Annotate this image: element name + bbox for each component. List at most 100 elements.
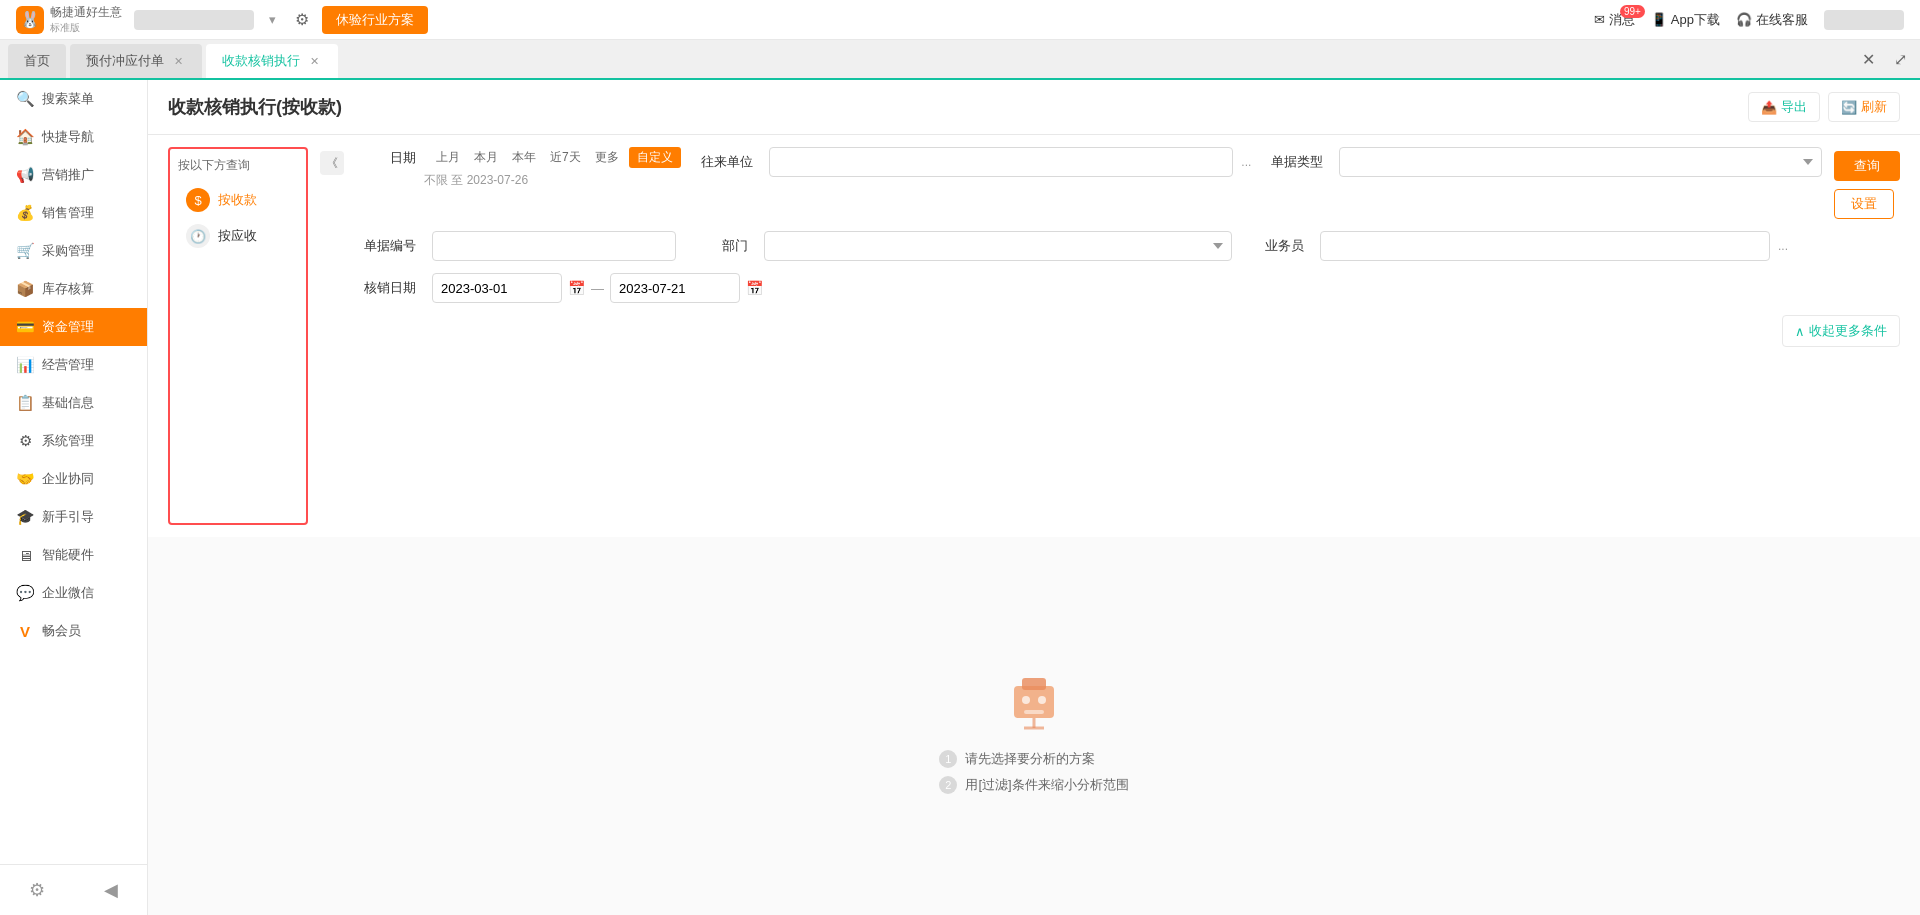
app-download-button[interactable]: 📱 App下载 bbox=[1651, 11, 1720, 29]
query-by-receivable[interactable]: 🕐 按应收 bbox=[178, 218, 298, 254]
docnum-input[interactable] bbox=[432, 231, 676, 261]
vip-label: 畅会员 bbox=[42, 622, 81, 640]
counterpart-input-wrap: ... bbox=[769, 147, 1252, 177]
by-receivable-label: 按应收 bbox=[218, 227, 257, 245]
filter-row-docnum: 单据编号 bbox=[356, 231, 676, 261]
date-shortcuts: 上月 本月 本年 近7天 更多 自定义 bbox=[432, 147, 681, 168]
content-area: 收款核销执行(按收款) 📤 导出 🔄 刷新 bbox=[148, 80, 1920, 915]
sidebar-item-search-menu[interactable]: 🔍 搜索菜单 bbox=[0, 80, 147, 118]
verify-date-end-cal-icon[interactable]: 📅 bbox=[746, 280, 763, 296]
date-shortcut-custom[interactable]: 自定义 bbox=[629, 147, 681, 168]
sidebar-item-quick-nav[interactable]: 🏠 快捷导航 bbox=[0, 118, 147, 156]
counterpart-input[interactable] bbox=[769, 147, 1234, 177]
user-avatar[interactable] bbox=[1824, 10, 1904, 30]
top-header: 🐰 畅捷通好生意 标准版 ▾ ⚙ 休验行业方案 ✉ 消息 99+ 📱 App下载… bbox=[0, 0, 1920, 40]
gear-icon[interactable]: ⚙ bbox=[290, 8, 314, 32]
tab-close-all-icon[interactable]: ✕ bbox=[1856, 47, 1880, 71]
sidebar-item-enterprise-wechat[interactable]: 💬 企业微信 bbox=[0, 574, 147, 612]
tip-num-1: 1 bbox=[939, 750, 957, 768]
doctype-select[interactable] bbox=[1339, 147, 1822, 177]
system-mgmt-label: 系统管理 bbox=[42, 432, 94, 450]
sidebar-item-smart-hardware[interactable]: 🖥 智能硬件 bbox=[0, 536, 147, 574]
empty-state-icon bbox=[994, 658, 1074, 738]
staff-more-icon[interactable]: ... bbox=[1778, 239, 1788, 253]
docnum-input-wrap bbox=[432, 231, 676, 261]
message-button[interactable]: ✉ 消息 99+ bbox=[1594, 11, 1635, 29]
capital-mgmt-icon: 💳 bbox=[16, 318, 34, 336]
dept-select[interactable] bbox=[764, 231, 1232, 261]
dept-label: 部门 bbox=[688, 237, 748, 255]
tab-home[interactable]: 首页 bbox=[8, 44, 66, 78]
message-icon: ✉ bbox=[1594, 12, 1605, 27]
logo-area: 🐰 畅捷通好生意 标准版 bbox=[16, 4, 122, 35]
verify-date-start-input[interactable]: 2023-03-01 bbox=[432, 273, 562, 303]
sidebar-item-capital-mgmt[interactable]: 💳 资金管理 bbox=[0, 308, 147, 346]
purchase-mgmt-icon: 🛒 bbox=[16, 242, 34, 260]
filter-right: 日期 上月 本月 本年 近7天 更多 自定义 bbox=[356, 147, 1900, 525]
sidebar-item-sales-mgmt[interactable]: 💰 销售管理 bbox=[0, 194, 147, 232]
doctype-select-wrap bbox=[1339, 147, 1822, 177]
verify-date-input-wrap: 2023-03-01 📅 — 2023-07-21 📅 bbox=[432, 273, 763, 303]
refresh-button[interactable]: 🔄 刷新 bbox=[1828, 92, 1900, 122]
tab-bar-right: ✕ ⤢ bbox=[1856, 47, 1912, 71]
collapse-more-button[interactable]: ∧ 收起更多条件 bbox=[1782, 315, 1900, 347]
staff-input[interactable] bbox=[1320, 231, 1770, 261]
empty-tips: 1 请先选择要分析的方案 2 用[过滤]条件来缩小分析范围 bbox=[939, 750, 1128, 794]
collapse-panel-button[interactable]: 《 bbox=[320, 151, 344, 175]
search-menu-label: 搜索菜单 bbox=[42, 90, 94, 108]
verify-date-end-input[interactable]: 2023-07-21 bbox=[610, 273, 740, 303]
tab-prepay-close[interactable]: ✕ bbox=[170, 53, 186, 69]
logo-sub: 标准版 bbox=[50, 21, 122, 35]
industry-button[interactable]: 休验行业方案 bbox=[322, 6, 428, 34]
counterpart-more-icon[interactable]: ... bbox=[1241, 155, 1251, 169]
logo-icon: 🐰 bbox=[16, 6, 44, 34]
query-button[interactable]: 查询 bbox=[1834, 151, 1900, 181]
query-actions: 查询 设置 bbox=[1834, 147, 1900, 219]
tab-prepay[interactable]: 预付冲应付单 ✕ bbox=[70, 44, 202, 78]
inventory-label: 库存核算 bbox=[42, 280, 94, 298]
date-shortcut-more[interactable]: 更多 bbox=[591, 147, 623, 168]
tab-expand-icon[interactable]: ⤢ bbox=[1888, 47, 1912, 71]
sidebar-item-marketing[interactable]: 📢 营销推广 bbox=[0, 156, 147, 194]
filter-row-verify-date: 核销日期 2023-03-01 📅 — 2023-07-21 📅 bbox=[356, 273, 763, 303]
filter-row-date: 日期 上月 本月 本年 近7天 更多 自定义 bbox=[356, 147, 681, 168]
tab-receipt-verify-close[interactable]: ✕ bbox=[306, 53, 322, 69]
sidebar-item-system-mgmt[interactable]: ⚙ 系统管理 bbox=[0, 422, 147, 460]
date-shortcut-last-month[interactable]: 上月 bbox=[432, 147, 464, 168]
quick-nav-icon: 🏠 bbox=[16, 128, 34, 146]
empty-tip-1: 1 请先选择要分析的方案 bbox=[939, 750, 1128, 768]
online-service-button[interactable]: 🎧 在线客服 bbox=[1736, 11, 1808, 29]
refresh-label: 刷新 bbox=[1861, 98, 1887, 116]
filter-row-end: ∧ 收起更多条件 bbox=[356, 315, 1900, 347]
staff-input-wrap: ... bbox=[1320, 231, 1788, 261]
sidebar-settings-icon[interactable]: ⚙ bbox=[23, 873, 51, 907]
verify-date-start-cal-icon[interactable]: 📅 bbox=[568, 280, 585, 296]
export-button[interactable]: 📤 导出 bbox=[1748, 92, 1820, 122]
sidebar-item-biz-mgmt[interactable]: 📊 经营管理 bbox=[0, 346, 147, 384]
tip-num-2: 2 bbox=[939, 776, 957, 794]
sidebar-collapse-icon[interactable]: ◀ bbox=[98, 873, 124, 907]
sidebar-item-enterprise[interactable]: 🤝 企业协同 bbox=[0, 460, 147, 498]
tab-receipt-verify[interactable]: 收款核销执行 ✕ bbox=[206, 44, 338, 78]
refresh-icon: 🔄 bbox=[1841, 100, 1857, 115]
collapse-more-label: 收起更多条件 bbox=[1809, 322, 1887, 340]
query-by-receipt[interactable]: $ 按收款 bbox=[178, 182, 298, 218]
sidebar-item-vip[interactable]: V 畅会员 bbox=[0, 612, 147, 650]
sidebar-item-beginner[interactable]: 🎓 新手引导 bbox=[0, 498, 147, 536]
sidebar-item-basic-info[interactable]: 📋 基础信息 bbox=[0, 384, 147, 422]
svg-point-3 bbox=[1038, 696, 1046, 704]
staff-label: 业务员 bbox=[1244, 237, 1304, 255]
inventory-icon: 📦 bbox=[16, 280, 34, 298]
header-center: ▾ ⚙ 休验行业方案 bbox=[134, 6, 1594, 34]
date-shortcut-7days[interactable]: 近7天 bbox=[546, 147, 585, 168]
setting-button[interactable]: 设置 bbox=[1834, 189, 1894, 219]
date-shortcut-this-month[interactable]: 本月 bbox=[470, 147, 502, 168]
dropdown-icon[interactable]: ▾ bbox=[262, 10, 282, 30]
sidebar-item-purchase-mgmt[interactable]: 🛒 采购管理 bbox=[0, 232, 147, 270]
sidebar-item-inventory[interactable]: 📦 库存核算 bbox=[0, 270, 147, 308]
docnum-label: 单据编号 bbox=[356, 237, 416, 255]
date-shortcut-this-year[interactable]: 本年 bbox=[508, 147, 540, 168]
collapse-more-char: ∧ bbox=[1795, 324, 1805, 339]
doctype-label: 单据类型 bbox=[1263, 153, 1323, 171]
quick-nav-label: 快捷导航 bbox=[42, 128, 94, 146]
